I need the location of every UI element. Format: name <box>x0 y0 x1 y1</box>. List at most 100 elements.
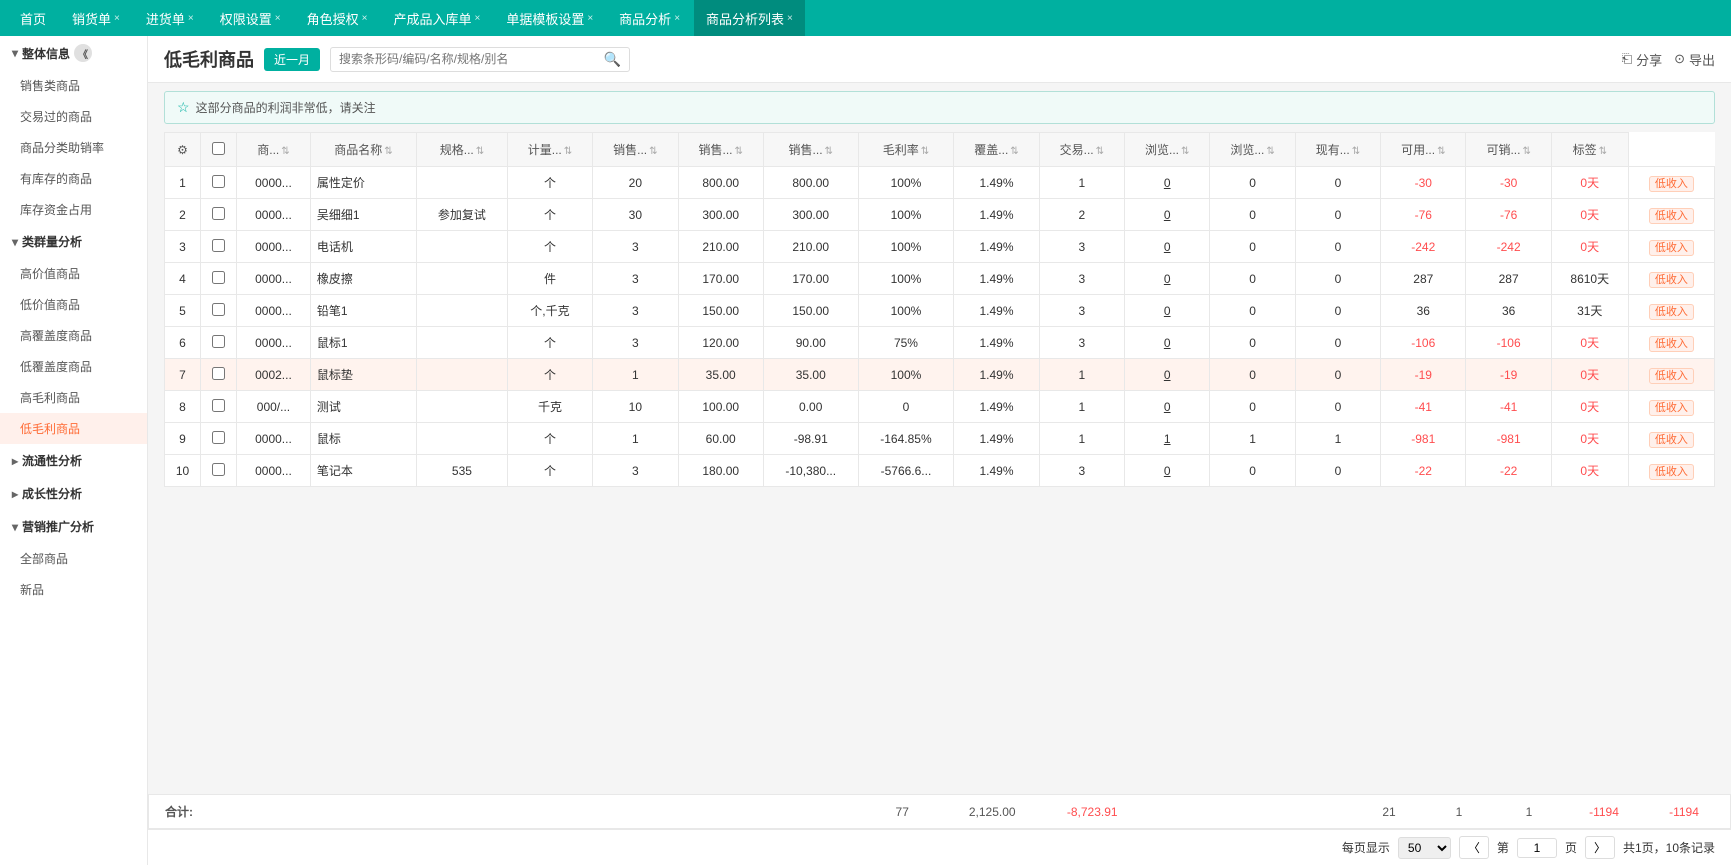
row-tx[interactable]: 0 <box>1125 455 1210 487</box>
next-page-button[interactable]: 〉 <box>1585 836 1615 859</box>
nav-product-analysis[interactable]: 商品分析× <box>607 0 692 36</box>
share-button[interactable]: ⎗ 分享 <box>1622 50 1662 69</box>
sidebar-group-overview-title[interactable]: ▾ 整体信息 《 <box>0 36 147 70</box>
close-analysis-icon[interactable]: × <box>674 13 680 24</box>
row-checkbox[interactable] <box>201 423 237 455</box>
row-checkbox[interactable] <box>201 167 237 199</box>
col-tx[interactable]: 交易...⇅ <box>1039 133 1124 167</box>
row-name[interactable]: 鼠标垫 <box>310 359 416 391</box>
col-spec[interactable]: 规格...⇅ <box>417 133 508 167</box>
select-all-checkbox[interactable] <box>212 142 225 155</box>
nav-role[interactable]: 角色授权× <box>295 0 380 36</box>
prev-page-button[interactable]: 〈 <box>1459 836 1489 859</box>
col-stock[interactable]: 现有...⇅ <box>1295 133 1380 167</box>
row-select-checkbox[interactable] <box>212 431 225 444</box>
row-select-checkbox[interactable] <box>212 175 225 188</box>
sidebar-item-low-coverage[interactable]: 低覆盖度商品 <box>0 351 147 382</box>
row-tx[interactable]: 0 <box>1125 295 1210 327</box>
row-tx[interactable]: 0 <box>1125 359 1210 391</box>
col-unit[interactable]: 计量...⇅ <box>507 133 592 167</box>
sidebar-group-liquidity-title[interactable]: ▸ 流通性分析 <box>0 444 147 477</box>
row-checkbox[interactable] <box>201 391 237 423</box>
row-select-checkbox[interactable] <box>212 271 225 284</box>
collapse-overview-btn[interactable]: 《 <box>74 44 92 62</box>
row-checkbox[interactable] <box>201 295 237 327</box>
row-name[interactable]: 电话机 <box>310 231 416 263</box>
row-tx[interactable]: 0 <box>1125 263 1210 295</box>
sidebar-item-low-value[interactable]: 低价值商品 <box>0 289 147 320</box>
row-tx[interactable]: 0 <box>1125 231 1210 263</box>
nav-purchase[interactable]: 进货单× <box>134 0 206 36</box>
date-filter-button[interactable]: 近一月 <box>264 48 320 71</box>
sidebar-item-high-value[interactable]: 高价值商品 <box>0 258 147 289</box>
row-select-checkbox[interactable] <box>212 399 225 412</box>
row-select-checkbox[interactable] <box>212 239 225 252</box>
close-sales-icon[interactable]: × <box>114 13 120 24</box>
sidebar-item-new-goods[interactable]: 新品 <box>0 574 147 605</box>
row-name[interactable]: 鼠标1 <box>310 327 416 359</box>
nav-sales[interactable]: 销货单× <box>60 0 132 36</box>
close-analysis-list-icon[interactable]: × <box>787 13 793 24</box>
close-product-entry-icon[interactable]: × <box>474 13 480 24</box>
page-number-input[interactable] <box>1517 838 1557 858</box>
row-name[interactable]: 铅笔1 <box>310 295 416 327</box>
nav-template[interactable]: 单据模板设置× <box>494 0 605 36</box>
row-tx[interactable]: 1 <box>1125 423 1210 455</box>
sidebar-group-marketing-title[interactable]: ▾ 营销推广分析 <box>0 510 147 543</box>
col-browse2[interactable]: 浏览...⇅ <box>1210 133 1295 167</box>
row-checkbox[interactable] <box>201 455 237 487</box>
row-select-checkbox[interactable] <box>212 207 225 220</box>
sidebar-item-in-stock[interactable]: 有库存的商品 <box>0 163 147 194</box>
row-tx[interactable]: 0 <box>1125 327 1210 359</box>
export-button[interactable]: ⊙ 导出 <box>1674 50 1715 69</box>
sidebar-item-sales-goods[interactable]: 销售类商品 <box>0 70 147 101</box>
nav-permission[interactable]: 权限设置× <box>208 0 293 36</box>
close-purchase-icon[interactable]: × <box>188 13 194 24</box>
sidebar-item-category-rate[interactable]: 商品分类助销率 <box>0 132 147 163</box>
row-tx[interactable]: 0 <box>1125 391 1210 423</box>
row-checkbox[interactable] <box>201 327 237 359</box>
close-role-icon[interactable]: × <box>362 13 368 24</box>
row-name[interactable]: 笔记本 <box>310 455 416 487</box>
sidebar-item-low-margin[interactable]: 低毛利商品 <box>0 413 147 444</box>
col-checkbox[interactable] <box>201 133 237 167</box>
row-select-checkbox[interactable] <box>212 463 225 476</box>
sidebar-item-high-margin[interactable]: 高毛利商品 <box>0 382 147 413</box>
col-name[interactable]: 商品名称⇅ <box>310 133 416 167</box>
col-qty[interactable]: 销售...⇅ <box>593 133 678 167</box>
col-coverage[interactable]: 覆盖...⇅ <box>954 133 1039 167</box>
row-select-checkbox[interactable] <box>212 303 225 316</box>
col-salable[interactable]: 可销...⇅ <box>1466 133 1551 167</box>
search-box[interactable]: 🔍 <box>330 47 630 72</box>
col-sale1[interactable]: 销售...⇅ <box>678 133 763 167</box>
row-checkbox[interactable] <box>201 263 237 295</box>
close-template-icon[interactable]: × <box>587 13 593 24</box>
row-name[interactable]: 橡皮擦 <box>310 263 416 295</box>
row-checkbox[interactable] <box>201 199 237 231</box>
col-browse1[interactable]: 浏览...⇅ <box>1125 133 1210 167</box>
nav-home[interactable]: 首页 <box>8 0 58 36</box>
sidebar-item-traded-goods[interactable]: 交易过的商品 <box>0 101 147 132</box>
row-tx[interactable]: 0 <box>1125 199 1210 231</box>
search-input[interactable] <box>339 52 604 66</box>
nav-analysis-list[interactable]: 商品分析列表× <box>694 0 805 36</box>
sidebar-item-stock-capital[interactable]: 库存资金占用 <box>0 194 147 225</box>
row-select-checkbox[interactable] <box>212 367 225 380</box>
row-name[interactable]: 鼠标 <box>310 423 416 455</box>
col-avail[interactable]: 可用...⇅ <box>1381 133 1466 167</box>
row-tx[interactable]: 0 <box>1125 167 1210 199</box>
row-checkbox[interactable] <box>201 231 237 263</box>
nav-product-entry[interactable]: 产成品入库单× <box>381 0 492 36</box>
row-select-checkbox[interactable] <box>212 335 225 348</box>
search-icon[interactable]: 🔍 <box>604 51 621 68</box>
row-name[interactable]: 吴细细1 <box>310 199 416 231</box>
col-settings[interactable]: ⚙ <box>165 133 201 167</box>
close-permission-icon[interactable]: × <box>275 13 281 24</box>
per-page-select[interactable]: 50 100 200 <box>1398 837 1451 859</box>
sidebar-group-cluster-title[interactable]: ▾ 类群量分析 <box>0 225 147 258</box>
col-sale2[interactable]: 销售...⇅ <box>763 133 858 167</box>
sidebar-item-high-coverage[interactable]: 高覆盖度商品 <box>0 320 147 351</box>
row-name[interactable]: 属性定价 <box>310 167 416 199</box>
col-tag[interactable]: 标签⇅ <box>1551 133 1628 167</box>
sidebar-item-all-goods[interactable]: 全部商品 <box>0 543 147 574</box>
